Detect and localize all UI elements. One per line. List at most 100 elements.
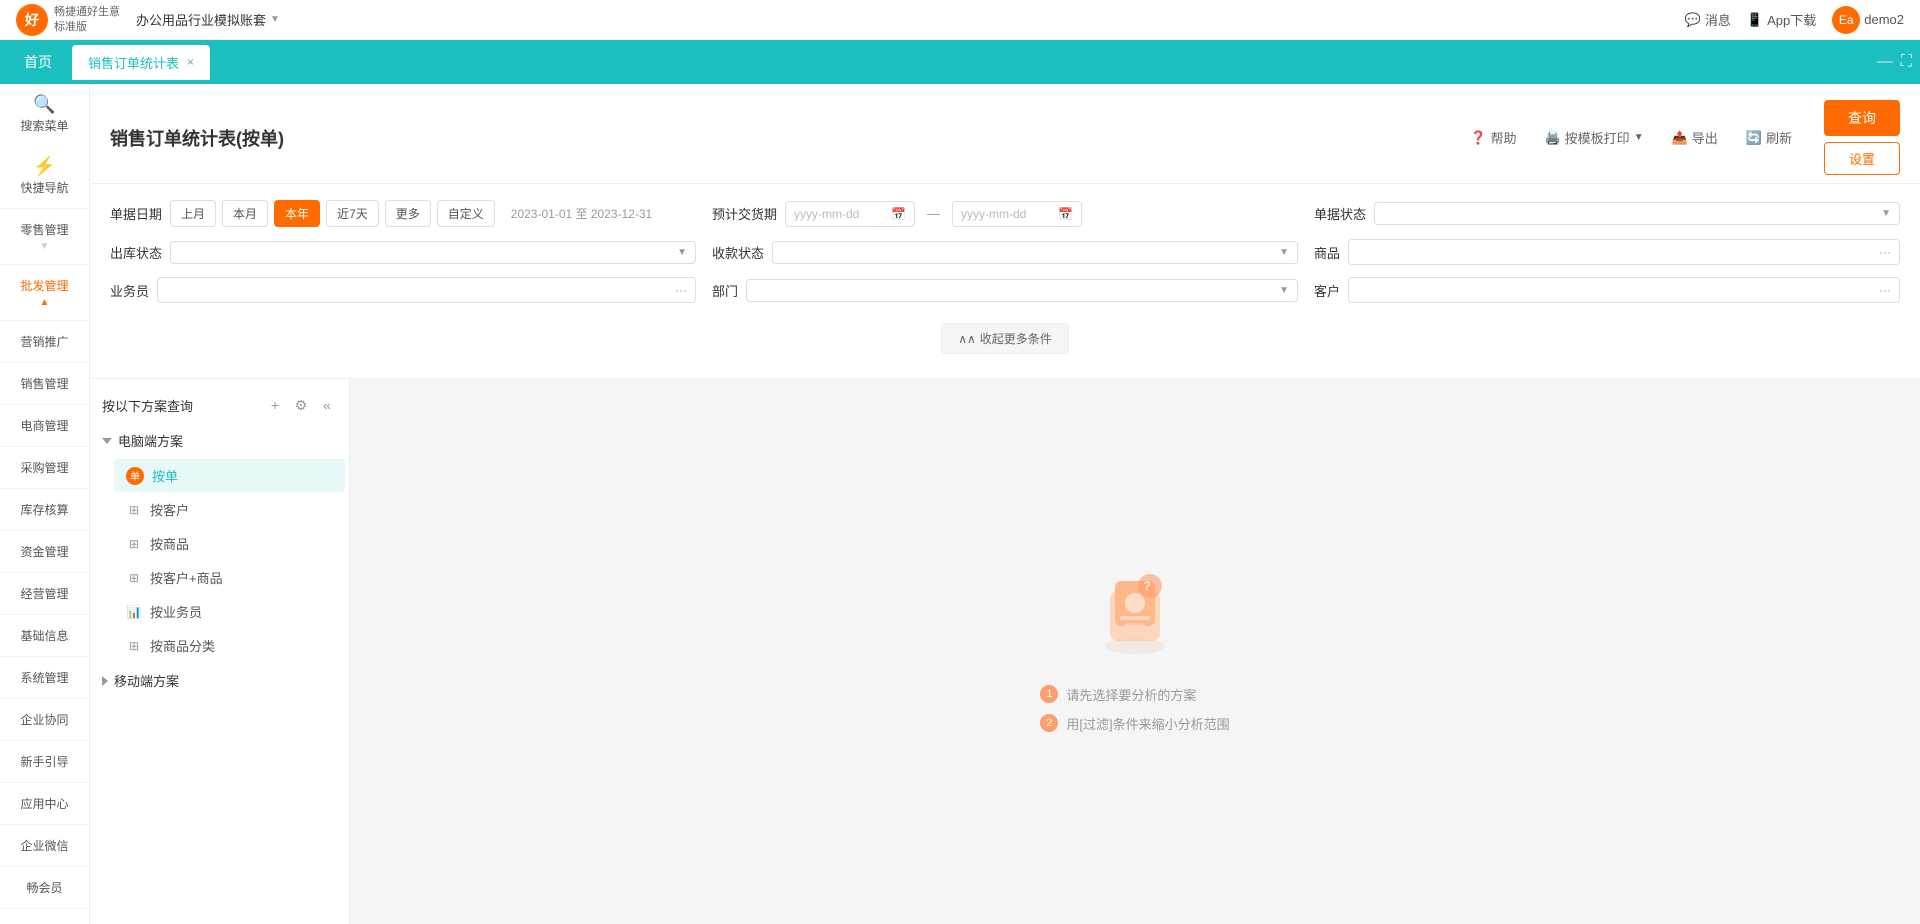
btn-this-year[interactable]: 本年: [274, 200, 320, 227]
department-select[interactable]: ▼: [746, 279, 1298, 302]
filter-row-1: 单据日期 上月 本月 本年 近7天 更多 自定义 2023-01-01 至 20…: [110, 200, 1900, 227]
sidebar-item-inventory[interactable]: 库存核算: [0, 489, 89, 531]
scheme-circle-icon: 单: [126, 467, 144, 485]
calendar-end-icon[interactable]: 📅: [1058, 207, 1073, 221]
delivery-start-input[interactable]: yyyy-mm-dd 📅: [785, 201, 915, 227]
refresh-icon: 🔄: [1746, 130, 1762, 146]
scheme-grid-icon-1: ⊞: [126, 502, 142, 518]
sidebar-item-appcenter[interactable]: 应用中心: [0, 783, 89, 825]
tab-maximize-icon[interactable]: ⛶: [1901, 53, 1912, 71]
app-download-button[interactable]: 📱 App下载: [1747, 10, 1816, 29]
help-button[interactable]: ❓ 帮助: [1462, 124, 1524, 151]
empty-hint-2: 2 用[过滤]条件来缩小分析范围: [1040, 714, 1229, 733]
sidebar-item-finance[interactable]: 资金管理: [0, 531, 89, 573]
query-button[interactable]: 查询: [1824, 100, 1900, 136]
search-icon: 🔍: [8, 94, 81, 115]
btn-more[interactable]: 更多: [385, 200, 431, 227]
sidebar-item-system[interactable]: 系统管理: [0, 657, 89, 699]
sidebar-item-retail[interactable]: 零售管理 ▼: [0, 209, 89, 265]
calendar-start-icon[interactable]: 📅: [891, 207, 906, 221]
btn-last7days[interactable]: 近7天: [326, 200, 379, 227]
query-area: 单据日期 上月 本月 本年 近7天 更多 自定义 2023-01-01 至 20…: [90, 184, 1920, 379]
customer-select[interactable]: ···: [1348, 277, 1900, 303]
salesperson-more-icon[interactable]: ···: [675, 283, 687, 297]
main-layout: 🔍 搜索菜单 ⚡ 快捷导航 零售管理 ▼ 批发管理 ▲ 营销推广 销售管理 电商…: [0, 84, 1920, 924]
sidebar-item-basicinfo[interactable]: 基础信息: [0, 615, 89, 657]
right-content: ? 1 请先选择要分析的方案 2 用[过滤]条件来缩小分析范围: [350, 379, 1920, 924]
scheme-chart-icon: 📊: [126, 604, 142, 620]
sidebar-item-quicknav[interactable]: ⚡ 快捷导航: [0, 144, 89, 209]
goods-more-icon[interactable]: ···: [1879, 245, 1891, 259]
export-button[interactable]: 📤 导出: [1664, 124, 1726, 151]
print-icon: 🖨️: [1544, 130, 1560, 146]
collapse-button[interactable]: ∧∧ 收起更多条件: [941, 323, 1069, 354]
content-body: 按以下方案查询 + ⚙ « 电脑端方案 单: [90, 379, 1920, 924]
scheme-item-by-salesperson[interactable]: 📊 按业务员: [114, 595, 345, 628]
sidebar-item-wechat[interactable]: 企业微信: [0, 825, 89, 867]
tab-minimize-icon[interactable]: —: [1877, 53, 1893, 71]
scheme-grid-icon-2: ⊞: [126, 536, 142, 552]
sidebar-item-member[interactable]: 畅会员: [0, 867, 89, 909]
scheme-item-by-order[interactable]: 单 按单: [114, 459, 345, 492]
scheme-settings-button[interactable]: ⚙: [291, 395, 311, 415]
goods-select[interactable]: ···: [1348, 239, 1900, 265]
sidebar-item-operations[interactable]: 经营管理: [0, 573, 89, 615]
panel-collapse-button[interactable]: «: [317, 395, 337, 415]
scheme-group-mobile: 移动端方案: [90, 663, 349, 698]
status-field-group: 单据状态 ▼: [1314, 202, 1900, 225]
industry-chevron-icon: ▼: [270, 14, 280, 25]
status-select[interactable]: ▼: [1374, 202, 1900, 225]
export-icon: 📤: [1672, 130, 1688, 146]
goods-group: 商品 ···: [1314, 239, 1900, 265]
sidebar-item-newguide[interactable]: 新手引导: [0, 741, 89, 783]
sidebar-item-sales[interactable]: 销售管理: [0, 363, 89, 405]
scheme-item-by-customer[interactable]: ⊞ 按客户: [114, 493, 345, 526]
industry-selector[interactable]: 办公用品行业模拟账套 ▼: [128, 6, 288, 33]
group-collapsed-icon: [102, 676, 108, 686]
sidebar-item-search[interactable]: 🔍 搜索菜单: [0, 84, 89, 144]
out-status-label: 出库状态: [110, 243, 162, 262]
date-filter-buttons: 上月 本月 本年 近7天 更多 自定义: [170, 200, 495, 227]
hint-num-2: 2: [1040, 714, 1058, 732]
empty-hint-1: 1 请先选择要分析的方案: [1040, 685, 1229, 704]
tab-active[interactable]: 销售订单统计表 ×: [72, 45, 210, 80]
help-icon: ❓: [1470, 130, 1486, 146]
btn-last-month[interactable]: 上月: [170, 200, 216, 227]
retail-expand-icon: ▼: [40, 241, 50, 252]
out-status-select[interactable]: ▼: [170, 241, 696, 264]
settings-button[interactable]: 设置: [1824, 142, 1900, 175]
pay-status-select[interactable]: ▼: [772, 241, 1298, 264]
message-button[interactable]: 💬 消息: [1685, 10, 1731, 29]
scheme-item-by-goods-category[interactable]: ⊞ 按商品分类: [114, 629, 345, 662]
sidebar-item-purchase[interactable]: 采购管理: [0, 447, 89, 489]
print-button[interactable]: 🖨️ 按模板打印 ▼: [1536, 124, 1651, 151]
add-scheme-button[interactable]: +: [265, 395, 285, 415]
tab-bar: 首页 销售订单统计表 × — ⛶: [0, 40, 1920, 84]
tab-close-icon[interactable]: ×: [187, 55, 194, 69]
sidebar-item-marketing[interactable]: 营销推广: [0, 321, 89, 363]
date-range-text: 2023-01-01 至 2023-12-31: [511, 205, 652, 222]
scheme-group-mobile-header[interactable]: 移动端方案: [90, 663, 349, 698]
sidebar-item-enterprise[interactable]: 企业协同: [0, 699, 89, 741]
btn-custom[interactable]: 自定义: [437, 200, 495, 227]
left-panel: 按以下方案查询 + ⚙ « 电脑端方案 单: [90, 379, 350, 924]
sidebar-item-wholesale[interactable]: 批发管理 ▲: [0, 265, 89, 321]
customer-more-icon[interactable]: ···: [1879, 283, 1891, 297]
delivery-end-input[interactable]: yyyy-mm-dd 📅: [952, 201, 1082, 227]
refresh-button[interactable]: 🔄 刷新: [1738, 124, 1800, 151]
salesperson-select[interactable]: ···: [157, 277, 696, 303]
scheme-item-by-customer-goods[interactable]: ⊞ 按客户+商品: [114, 561, 345, 594]
page-header: 销售订单统计表(按单) ❓ 帮助 🖨️ 按模板打印 ▼ 📤 导出 🔄 刷新: [90, 84, 1920, 184]
svg-text:?: ?: [1144, 579, 1151, 593]
user-menu[interactable]: Ea demo2: [1832, 6, 1904, 34]
scheme-group-pc-header[interactable]: 电脑端方案: [90, 423, 349, 458]
top-bar-right: 💬 消息 📱 App下载 Ea demo2: [1685, 6, 1904, 34]
logo-area: 好 畅捷通好生意 标准版: [16, 4, 120, 36]
tab-home[interactable]: 首页: [8, 44, 68, 80]
sidebar-item-ecommerce[interactable]: 电商管理: [0, 405, 89, 447]
empty-illustration: ?: [1085, 561, 1185, 661]
scheme-item-by-goods[interactable]: ⊞ 按商品: [114, 527, 345, 560]
empty-hints: 1 请先选择要分析的方案 2 用[过滤]条件来缩小分析范围: [1040, 685, 1229, 743]
btn-this-month[interactable]: 本月: [222, 200, 268, 227]
scheme-group-pc: 电脑端方案 单 按单 ⊞ 按客户 ⊞ 按商品: [90, 423, 349, 662]
